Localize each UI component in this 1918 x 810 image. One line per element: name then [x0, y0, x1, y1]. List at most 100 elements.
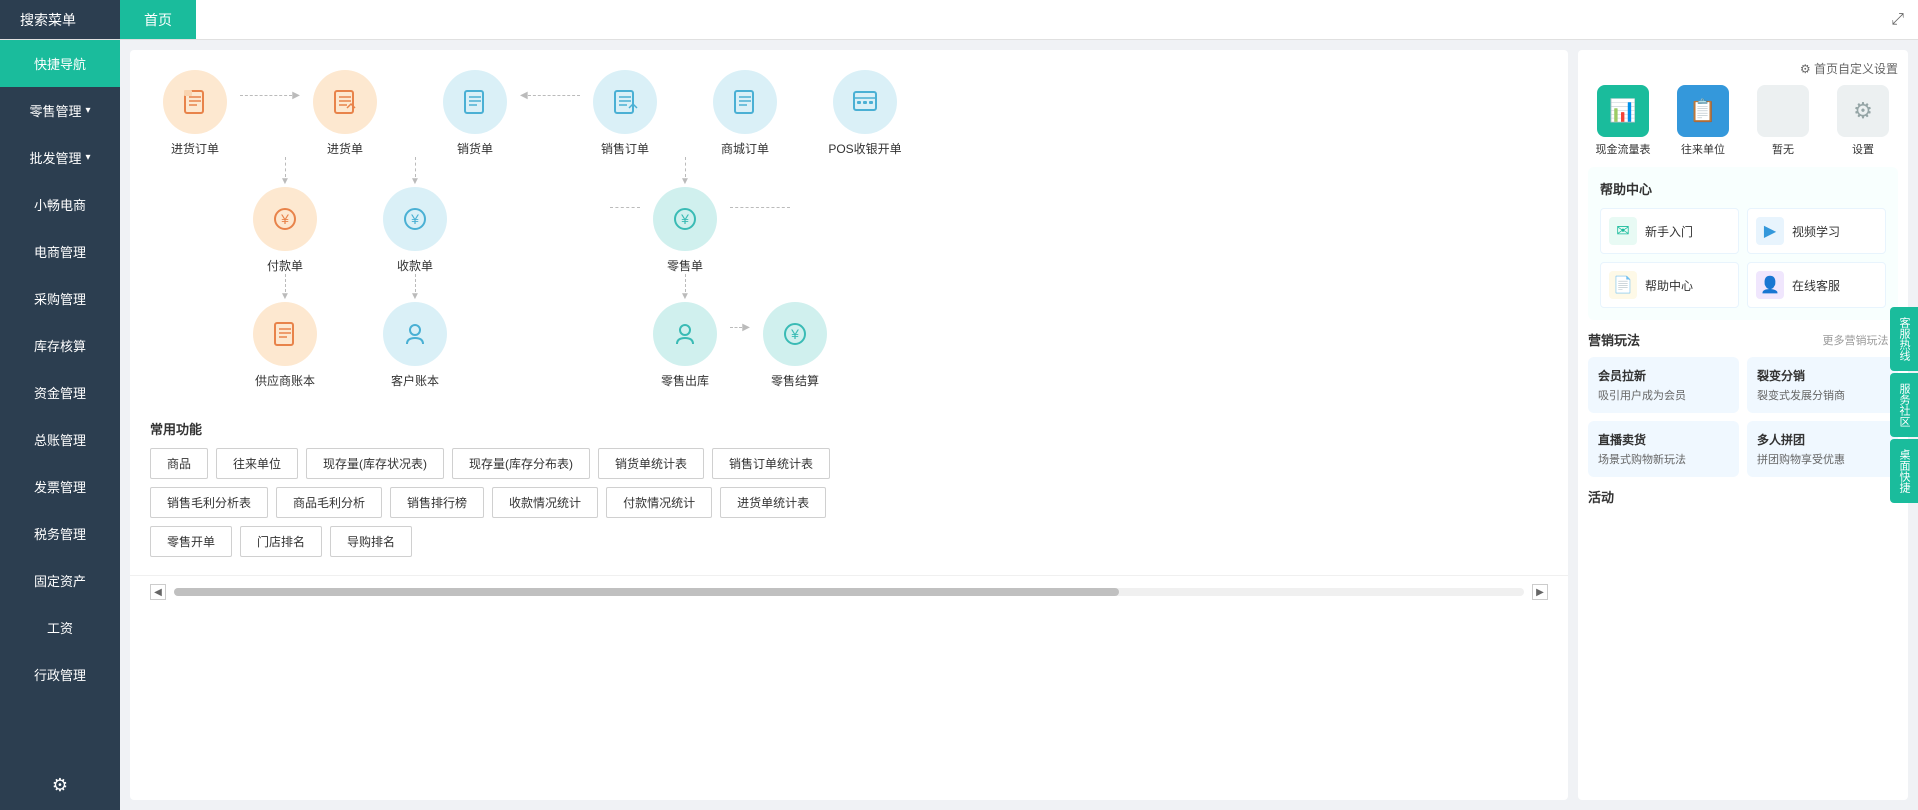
func-btn[interactable]: 销售订单统计表	[712, 448, 830, 479]
float-btn[interactable]: 桌面快捷	[1890, 439, 1918, 503]
quick-icon-box	[1757, 85, 1809, 137]
func-btn[interactable]: 销售排行榜	[390, 487, 484, 518]
sidebar-item-ecommerce[interactable]: 电商管理	[0, 228, 120, 275]
marketing-item[interactable]: 直播卖货场景式购物新玩法	[1588, 421, 1739, 477]
func-btn[interactable]: 现存量(库存分布表)	[452, 448, 590, 479]
quick-icon-item[interactable]: ⚙ 设置	[1828, 85, 1898, 157]
node-icon-retail-settle: ¥	[763, 302, 827, 366]
quick-icon-label: 设置	[1852, 141, 1874, 157]
spacer-r2-4	[520, 157, 610, 187]
float-btn[interactable]: 客服热线	[1890, 307, 1918, 371]
node-icon-purchase-order	[163, 70, 227, 134]
func-btn[interactable]: 现存量(库存状况表)	[306, 448, 444, 479]
scroll-bar[interactable]	[174, 588, 1524, 596]
sidebar-item-purchase[interactable]: 采购管理	[0, 275, 120, 322]
func-btn[interactable]: 销售毛利分析表	[150, 487, 268, 518]
quick-icon-item[interactable]: 📋往来单位	[1668, 85, 1738, 157]
node-icon-payment: ¥	[253, 187, 317, 251]
node-retail-settle[interactable]: ¥ 零售结算	[750, 302, 840, 389]
node-retail-out[interactable]: 零售出库	[640, 302, 730, 389]
sidebar-item-invoice[interactable]: 发票管理	[0, 463, 120, 510]
quick-icon-item[interactable]: 暂无	[1748, 85, 1818, 157]
quick-icon-box: ⚙	[1837, 85, 1889, 137]
right-panel: ⚙ 首页自定义设置 📊现金流量表📋往来单位暂无⚙设置 帮助中心 ✉新手入门▶视频…	[1578, 50, 1908, 800]
sidebar-item-xiaochange[interactable]: 小畅电商	[0, 181, 120, 228]
sidebar-item-ledger[interactable]: 总账管理	[0, 416, 120, 463]
arrow-purchase-order-to-stock: ▶	[240, 90, 300, 101]
node-payment[interactable]: ¥ 付款单	[240, 187, 330, 274]
sp1	[150, 274, 240, 302]
marketing-item[interactable]: 会员拉新吸引用户成为会员	[1588, 357, 1739, 413]
scroll-right-btn[interactable]: ▶	[1532, 584, 1548, 600]
svg-text:¥: ¥	[410, 211, 419, 227]
func-btn[interactable]: 往来单位	[216, 448, 298, 479]
quick-icon-item[interactable]: 📊现金流量表	[1588, 85, 1658, 157]
marketing-item-desc: 拼团购物享受优惠	[1757, 451, 1888, 467]
marketing-item[interactable]: 多人拼团拼团购物享受优惠	[1747, 421, 1898, 477]
sidebar-item-tax[interactable]: 税务管理	[0, 510, 120, 557]
node-receipt[interactable]: ¥ 收款单	[370, 187, 460, 274]
sidebar-item-inventory[interactable]: 库存核算	[0, 322, 120, 369]
node-label-retail-settle: 零售结算	[771, 372, 819, 389]
down-arrow-sales: ▼	[370, 157, 460, 187]
node-sale-order[interactable]: 销售订单	[580, 70, 670, 157]
quick-icon-label: 现金流量表	[1596, 141, 1651, 157]
customize-link[interactable]: ⚙ 首页自定义设置	[1588, 60, 1898, 77]
svg-text:¥: ¥	[280, 211, 289, 227]
node-purchase-order[interactable]: 进货订单	[150, 70, 240, 157]
down-arrow-retail: ▼	[640, 274, 730, 302]
quick-icon-label: 暂无	[1772, 141, 1794, 157]
help-item[interactable]: 📄帮助中心	[1600, 262, 1739, 308]
node-icon-pos	[833, 70, 897, 134]
sidebar-item-salary[interactable]: 工资	[0, 604, 120, 651]
spacer-r2-1	[150, 157, 240, 187]
node-customer-ledger[interactable]: 客户账本	[370, 302, 460, 389]
node-icon-stock-in	[313, 70, 377, 134]
func-btn[interactable]: 付款情况统计	[606, 487, 712, 518]
float-btn[interactable]: 服务社区	[1890, 373, 1918, 437]
marketing-title: 营销玩法	[1588, 330, 1640, 349]
node-pos[interactable]: POS收银开单	[820, 70, 910, 157]
tab-home[interactable]: 首页	[120, 0, 196, 39]
help-grid: ✉新手入门▶视频学习📄帮助中心👤在线客服	[1600, 208, 1886, 308]
func-btn[interactable]: 收款情况统计	[492, 487, 598, 518]
sidebar-item-assets[interactable]: 固定资产	[0, 557, 120, 604]
node-sales-order[interactable]: 销货单	[430, 70, 520, 157]
help-item[interactable]: ▶视频学习	[1747, 208, 1886, 254]
node-mall-order[interactable]: 商城订单	[700, 70, 790, 157]
marketing-grid: 会员拉新吸引用户成为会员裂变分销裂变式发展分销商直播卖货场景式购物新玩法多人拼团…	[1588, 357, 1898, 477]
func-btn[interactable]: 商品毛利分析	[276, 487, 382, 518]
node-retail-order[interactable]: ¥ 零售单	[640, 187, 730, 274]
sp2	[330, 274, 370, 302]
func-btn[interactable]: 门店排名	[240, 526, 322, 557]
sidebar-item-retail[interactable]: 零售管理 ▾	[0, 87, 120, 134]
arrow-retail-out-settle: ▶	[730, 322, 750, 333]
node-supplier-ledger[interactable]: 供应商账本	[240, 302, 330, 389]
node-stock-in[interactable]: 进货单	[300, 70, 390, 157]
sp3	[460, 274, 520, 302]
func-btn[interactable]: 商品	[150, 448, 208, 479]
more-marketing-link[interactable]: 更多营销玩法 >	[1823, 332, 1898, 348]
expand-icon[interactable]: ⤢	[1887, 7, 1908, 33]
func-btn[interactable]: 进货单统计表	[720, 487, 826, 518]
sidebar-item-quick-nav[interactable]: 快捷导航	[0, 40, 120, 87]
search-menu[interactable]: 搜索菜单	[0, 0, 120, 39]
help-item[interactable]: 👤在线客服	[1747, 262, 1886, 308]
func-btn[interactable]: 零售开单	[150, 526, 232, 557]
btn-grid-row1: 商品往来单位现存量(库存状况表) 现存量(库存分布表) 销货单统计表销售订单统计表	[150, 448, 1548, 479]
sidebar-gear-icon[interactable]: ⚙	[0, 761, 120, 810]
marketing-item[interactable]: 裂变分销裂变式发展分销商	[1747, 357, 1898, 413]
section-title-common: 常用功能	[150, 419, 1548, 438]
help-icon: ✉	[1609, 217, 1637, 245]
help-item-label: 视频学习	[1792, 223, 1840, 240]
func-btn[interactable]: 销货单统计表	[598, 448, 704, 479]
sidebar-item-finance[interactable]: 资金管理	[0, 369, 120, 416]
sidebar-item-admin[interactable]: 行政管理	[0, 651, 120, 698]
node-icon-mall-order	[713, 70, 777, 134]
node-label-stock-in: 进货单	[327, 140, 363, 157]
spacer-r2-5	[610, 157, 640, 187]
func-btn[interactable]: 导购排名	[330, 526, 412, 557]
scroll-left-btn[interactable]: ◀	[150, 584, 166, 600]
help-item[interactable]: ✉新手入门	[1600, 208, 1739, 254]
sidebar-item-wholesale[interactable]: 批发管理 ▾	[0, 134, 120, 181]
